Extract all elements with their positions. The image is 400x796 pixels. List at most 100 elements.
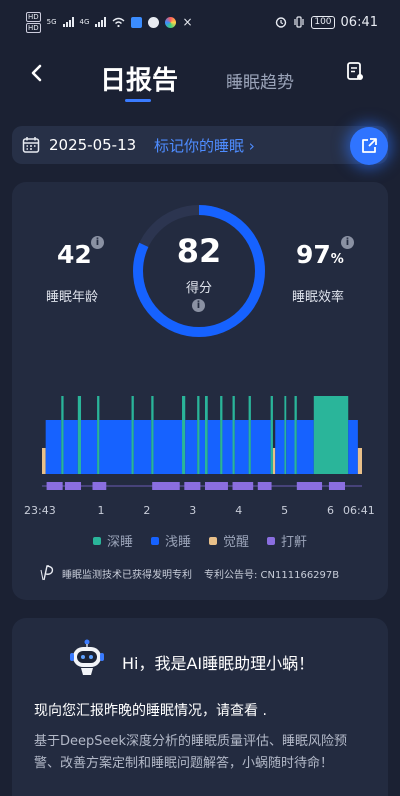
stage-segment-9 bbox=[133, 420, 152, 474]
time-tick-label: 5 bbox=[281, 504, 289, 517]
legend-awake: 觉醒 bbox=[209, 531, 249, 550]
sleep-efficiency-value: 97% bbox=[296, 240, 344, 269]
sleep-efficiency-label: 睡眠效率 bbox=[292, 290, 345, 305]
stage-segment-0 bbox=[42, 448, 46, 474]
report-date[interactable]: 2025-05-13 bbox=[49, 136, 136, 154]
time-tick-label: 3 bbox=[189, 504, 197, 517]
net-label: 5G bbox=[46, 18, 57, 26]
stage-segment-3 bbox=[63, 420, 78, 474]
efficiency-unit: % bbox=[330, 252, 344, 267]
time-tick-label: 6 bbox=[327, 504, 335, 517]
snore-segment-9 bbox=[328, 482, 346, 490]
stage-segment-2 bbox=[61, 396, 64, 474]
share-button[interactable] bbox=[350, 127, 388, 165]
patent-note: 睡眠监测技术已获得发明专利 专利公告号: CN111166297B bbox=[38, 564, 339, 582]
stage-segment-17 bbox=[207, 420, 221, 474]
signal-icon bbox=[62, 17, 74, 27]
ai-assistant-card: Hi，我是AI睡眠助理小蜗！ 现向您汇报昨晚的睡眠情况，请查看 . 基于Deep… bbox=[12, 618, 388, 796]
status-time: 06:41 bbox=[340, 14, 378, 30]
calendar-icon[interactable] bbox=[22, 136, 40, 154]
tab-sleep-trend[interactable]: 睡眠趋势 bbox=[226, 68, 294, 93]
close-notification-icon: × bbox=[182, 15, 193, 29]
sleep-age-label: 睡眠年龄 bbox=[46, 290, 99, 305]
stage-segment-31 bbox=[313, 396, 349, 474]
sleep-age-value: 42 bbox=[57, 240, 92, 269]
legend-label: 深睡 bbox=[106, 535, 133, 550]
stage-segment-27 bbox=[284, 396, 287, 474]
stage-segment-10 bbox=[151, 396, 154, 474]
snore-segment-6 bbox=[232, 482, 254, 490]
active-tab-indicator bbox=[125, 99, 151, 102]
stage-segment-28 bbox=[286, 420, 295, 474]
stage-segment-29 bbox=[294, 396, 297, 474]
time-tick-label: 23:43 bbox=[24, 504, 56, 517]
sleep-score-value: 82 bbox=[176, 232, 222, 270]
tab-daily-report[interactable]: 日报告 bbox=[100, 60, 178, 97]
stage-segment-22 bbox=[248, 396, 251, 474]
legend-swatch bbox=[267, 536, 276, 545]
date-bar: 2025-05-13 标记你的睡眠 › bbox=[12, 126, 388, 164]
legend-swatch bbox=[150, 536, 159, 545]
chevron-left-icon[interactable] bbox=[26, 62, 48, 84]
stage-segment-4 bbox=[77, 396, 82, 474]
share-icon bbox=[362, 138, 377, 153]
alarm-icon bbox=[276, 17, 287, 28]
stage-segment-8 bbox=[131, 396, 134, 474]
stage-segment-16 bbox=[204, 396, 208, 474]
legend-swatch bbox=[209, 536, 217, 545]
net-label: 4G bbox=[79, 18, 90, 26]
assistant-report-line: 现向您汇报昨晚的睡眠情况，请查看 . bbox=[34, 703, 267, 719]
stage-segment-19 bbox=[222, 420, 233, 474]
chart-legend: 深睡 浅睡 觉醒 打鼾 bbox=[12, 531, 388, 550]
patent-text: 睡眠监测技术已获得发明专利 bbox=[62, 569, 192, 581]
score-info-icon[interactable]: i bbox=[192, 299, 205, 312]
app-notification-icon bbox=[165, 16, 177, 28]
stage-segment-18 bbox=[220, 396, 223, 474]
stage-segment-12 bbox=[182, 396, 186, 474]
top-nav: 日报告 睡眠趋势 bbox=[0, 56, 400, 106]
vibrate-icon bbox=[294, 16, 304, 28]
stage-segment-25 bbox=[272, 448, 276, 474]
stage-segment-5 bbox=[81, 420, 98, 474]
patent-number: 专利公告号: CN111166297B bbox=[204, 569, 340, 581]
legend-label: 打鼾 bbox=[281, 535, 308, 550]
stage-segment-13 bbox=[185, 420, 198, 474]
stage-segment-1 bbox=[45, 420, 62, 474]
app-notification-icon bbox=[148, 16, 160, 28]
legend-swatch bbox=[92, 536, 101, 545]
status-bar: HD HD 5G 4G × 100 06:41 bbox=[0, 0, 400, 44]
stage-segment-21 bbox=[234, 420, 249, 474]
efficiency-number: 97 bbox=[296, 240, 331, 269]
time-tick-label: 06:41 bbox=[343, 504, 375, 517]
wifi-icon bbox=[112, 17, 125, 27]
stage-segment-24 bbox=[270, 396, 273, 474]
sleep-age-info-icon[interactable]: i bbox=[91, 236, 104, 249]
stage-segment-6 bbox=[97, 396, 100, 474]
stage-segment-26 bbox=[275, 420, 285, 474]
snore-segment-2 bbox=[92, 482, 107, 490]
app-notification-icon bbox=[131, 16, 143, 28]
stage-segment-7 bbox=[99, 420, 132, 474]
time-tick-label: 2 bbox=[143, 504, 151, 517]
snore-segment-0 bbox=[46, 482, 63, 490]
sleep-summary-card: 42 i 睡眠年龄 82 得分 i 97% i 睡眠效率 深睡 浅睡 觉醒 打鼾… bbox=[12, 182, 388, 600]
snore-segment-8 bbox=[296, 482, 323, 490]
signal-icon bbox=[95, 17, 107, 27]
battery-icon: 100 bbox=[311, 15, 335, 29]
legend-snore: 打鼾 bbox=[267, 531, 307, 550]
sleep-stage-chart bbox=[42, 396, 362, 490]
hd-tags: HD HD bbox=[26, 11, 41, 33]
efficiency-info-icon[interactable]: i bbox=[341, 236, 354, 249]
mark-sleep-link[interactable]: 标记你的睡眠 › bbox=[154, 135, 255, 156]
report-doc-icon[interactable] bbox=[346, 62, 364, 82]
time-tick-label: 4 bbox=[235, 504, 243, 517]
legend-light: 浅睡 bbox=[150, 531, 191, 550]
stage-segment-11 bbox=[153, 420, 183, 474]
stage-segment-30 bbox=[296, 420, 314, 474]
hd-tag: HD bbox=[26, 11, 41, 22]
stage-segment-20 bbox=[232, 396, 235, 474]
hd-tag: HD bbox=[26, 22, 41, 33]
snore-segment-4 bbox=[184, 482, 201, 490]
stage-segment-32 bbox=[348, 420, 358, 474]
assistant-greeting: Hi，我是AI睡眠助理小蜗！ bbox=[122, 654, 315, 673]
